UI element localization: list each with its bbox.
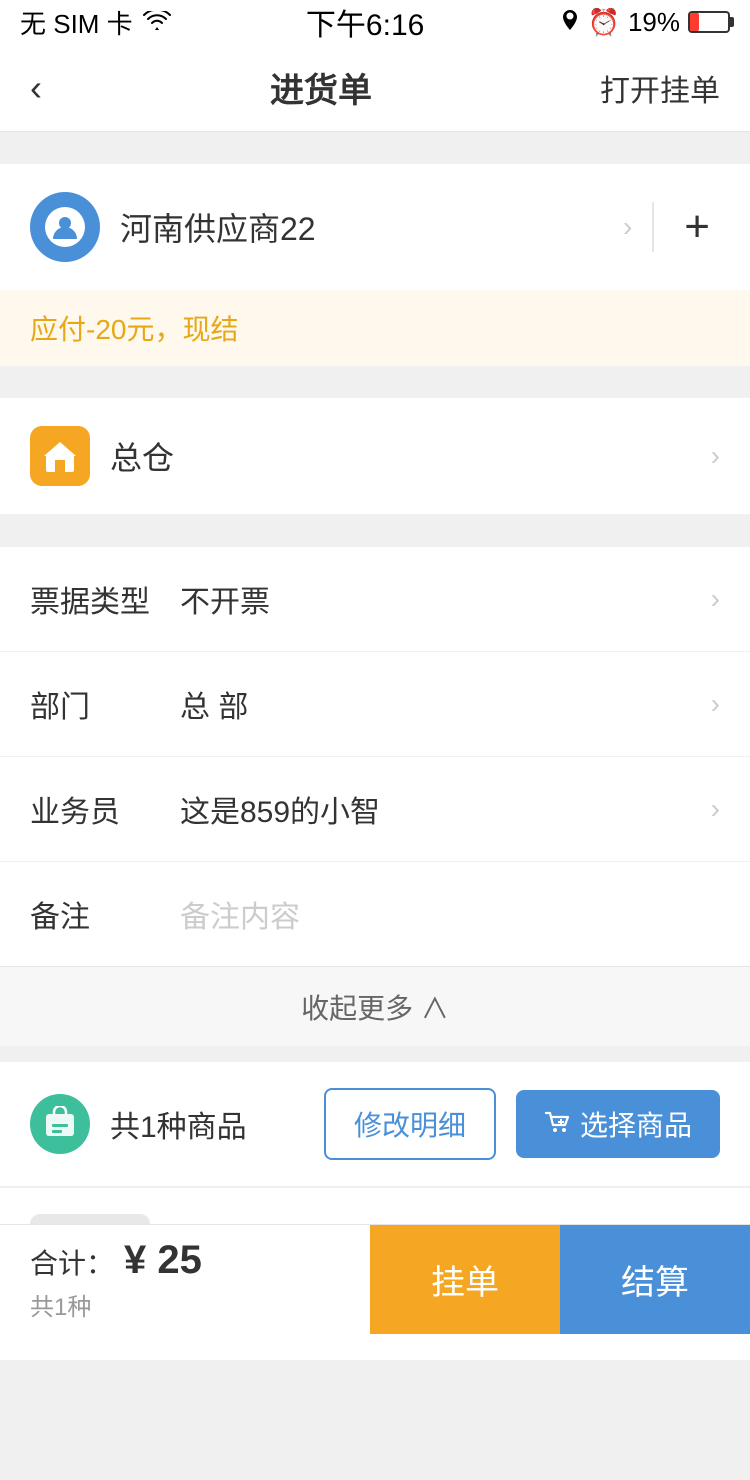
bottom-spacer: [0, 1360, 750, 1480]
pending-button[interactable]: 挂单: [370, 1225, 560, 1334]
dept-value: 总 部: [180, 682, 711, 726]
remark-input[interactable]: 备注内容: [180, 892, 720, 936]
status-bar-left: 无 SIM 卡: [20, 4, 171, 41]
invoice-value: 不开票: [180, 577, 711, 621]
back-button[interactable]: ‹: [30, 67, 42, 109]
checkout-button[interactable]: 结算: [560, 1225, 750, 1334]
dept-label: 部门: [30, 682, 160, 726]
bottom-total: 合计： ¥ 25 共1种: [0, 1225, 370, 1334]
supplier-avatar: [30, 192, 100, 262]
total-label: 合计：: [30, 1242, 114, 1282]
form-section: 票据类型 不开票 › 部门 总 部 › 业务员 这是859的小智 › 备注 备注…: [0, 546, 750, 1046]
staff-label: 业务员: [30, 787, 160, 831]
status-bar-time: 下午6:16: [306, 0, 424, 44]
alarm-icon: ⏰: [588, 7, 620, 38]
warehouse-name: 总仓: [110, 433, 711, 479]
invoice-chevron-icon: ›: [711, 583, 720, 615]
add-supplier-button[interactable]: +: [674, 202, 720, 252]
remark-label: 备注: [30, 892, 160, 936]
bottom-bar: 合计： ¥ 25 共1种 挂单 结算: [0, 1224, 750, 1334]
collapse-button[interactable]: 收起更多 ∧: [0, 966, 750, 1046]
select-product-label: 选择商品: [580, 1104, 692, 1144]
supplier-name: 河南供应商22: [120, 204, 623, 250]
cart-icon: [544, 1108, 572, 1140]
dept-row[interactable]: 部门 总 部 ›: [0, 651, 750, 756]
section-divider-3: [0, 514, 750, 530]
section-divider-1: [0, 132, 750, 148]
status-bar: 无 SIM 卡 下午6:16 ⏰ 19%: [0, 0, 750, 44]
total-sub: 共1种: [30, 1287, 340, 1322]
section-divider-2: [0, 366, 750, 382]
select-product-button[interactable]: 选择商品: [516, 1090, 720, 1158]
total-amount: ¥ 25: [124, 1238, 202, 1283]
total-row: 合计： ¥ 25: [30, 1238, 340, 1283]
warehouse-row[interactable]: 总仓 ›: [0, 398, 750, 514]
supplier-section: 河南供应商22 › + 应付-20元，现结: [0, 164, 750, 366]
open-pending-button[interactable]: 打开挂单: [600, 66, 720, 110]
dept-chevron-icon: ›: [711, 688, 720, 720]
remark-row[interactable]: 备注 备注内容: [0, 861, 750, 966]
invoice-row[interactable]: 票据类型 不开票 ›: [0, 546, 750, 651]
edit-detail-button[interactable]: 修改明细: [324, 1088, 496, 1160]
supplier-chevron-icon: ›: [623, 211, 632, 243]
products-count: 共1种商品: [110, 1102, 304, 1146]
products-icon: [30, 1094, 90, 1154]
staff-chevron-icon: ›: [711, 793, 720, 825]
staff-value: 这是859的小智: [180, 787, 711, 831]
warehouse-icon: [30, 426, 90, 486]
page-title: 进货单: [270, 63, 372, 112]
section-divider-4: [0, 1046, 750, 1062]
nav-bar: ‹ 进货单 打开挂单: [0, 44, 750, 132]
location-icon: [560, 7, 580, 38]
products-header: 共1种商品 修改明细 选择商品: [0, 1062, 750, 1186]
supplier-row[interactable]: 河南供应商22 › +: [0, 164, 750, 290]
carrier-text: 无 SIM 卡: [20, 4, 133, 41]
wifi-icon: [143, 7, 171, 38]
supplier-notice: 应付-20元，现结: [0, 290, 750, 366]
battery-icon: [688, 11, 730, 33]
staff-row[interactable]: 业务员 这是859的小智 ›: [0, 756, 750, 861]
warehouse-section[interactable]: 总仓 ›: [0, 398, 750, 514]
supplier-divider: [652, 202, 654, 252]
supplier-avatar-inner: [45, 207, 85, 247]
status-bar-right: ⏰ 19%: [560, 7, 730, 38]
invoice-label: 票据类型: [30, 577, 160, 621]
warehouse-chevron-icon: ›: [711, 440, 720, 472]
battery-pct: 19%: [628, 7, 680, 38]
